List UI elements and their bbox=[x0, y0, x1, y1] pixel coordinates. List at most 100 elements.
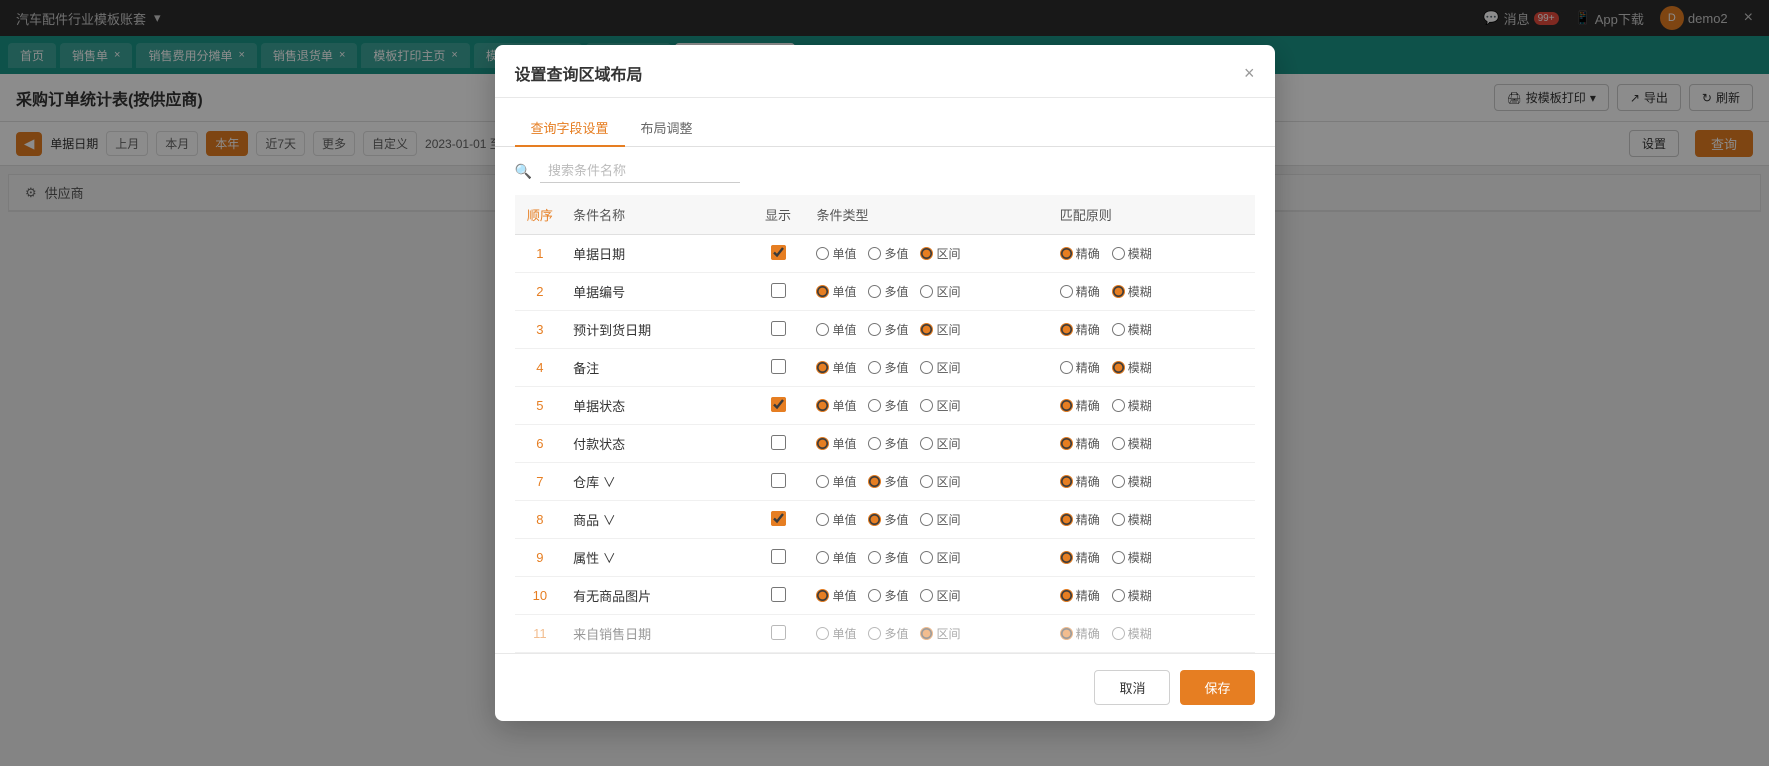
type-type_range-radio-10[interactable] bbox=[920, 627, 933, 640]
type-type_range-label-2[interactable]: 区间 bbox=[920, 321, 960, 338]
match-match_fuzzy-label-2[interactable]: 模糊 bbox=[1112, 321, 1152, 338]
match-match_exact-radio-10[interactable] bbox=[1060, 627, 1073, 640]
type-type_single-label-2[interactable]: 单值 bbox=[816, 321, 856, 338]
row-display-9[interactable] bbox=[748, 577, 809, 615]
match-match_fuzzy-label-3[interactable]: 模糊 bbox=[1112, 359, 1152, 376]
match-match_exact-label-3[interactable]: 精确 bbox=[1060, 359, 1100, 376]
type-type_range-label-4[interactable]: 区间 bbox=[920, 397, 960, 414]
type-type_multi-radio-2[interactable] bbox=[868, 323, 881, 336]
type-type_multi-radio-7[interactable] bbox=[868, 513, 881, 526]
match-match_fuzzy-label-10[interactable]: 模糊 bbox=[1112, 625, 1152, 642]
dialog-close-button[interactable]: × bbox=[1244, 64, 1255, 82]
row-display-7[interactable] bbox=[748, 501, 809, 539]
type-type_range-radio-9[interactable] bbox=[920, 589, 933, 602]
match-match_fuzzy-radio-8[interactable] bbox=[1112, 551, 1125, 564]
match-match_fuzzy-label-6[interactable]: 模糊 bbox=[1112, 473, 1152, 490]
match-match_exact-radio-1[interactable] bbox=[1060, 285, 1073, 298]
type-type_single-radio-3[interactable] bbox=[816, 361, 829, 374]
type-type_range-label-10[interactable]: 区间 bbox=[920, 625, 960, 642]
type-type_range-label-9[interactable]: 区间 bbox=[920, 587, 960, 604]
type-type_multi-label-2[interactable]: 多值 bbox=[868, 321, 908, 338]
type-type_single-label-10[interactable]: 单值 bbox=[816, 625, 856, 642]
match-match_exact-label-5[interactable]: 精确 bbox=[1060, 435, 1100, 452]
type-type_range-radio-0[interactable] bbox=[920, 247, 933, 260]
display-checkbox-7[interactable] bbox=[771, 511, 786, 526]
type-type_single-radio-1[interactable] bbox=[816, 285, 829, 298]
row-display-1[interactable] bbox=[748, 273, 809, 311]
match-match_exact-radio-8[interactable] bbox=[1060, 551, 1073, 564]
type-type_multi-label-0[interactable]: 多值 bbox=[868, 245, 908, 262]
match-match_fuzzy-radio-4[interactable] bbox=[1112, 399, 1125, 412]
type-type_single-label-7[interactable]: 单值 bbox=[816, 511, 856, 528]
type-type_single-label-9[interactable]: 单值 bbox=[816, 587, 856, 604]
type-type_range-radio-2[interactable] bbox=[920, 323, 933, 336]
match-match_exact-label-6[interactable]: 精确 bbox=[1060, 473, 1100, 490]
type-type_range-radio-3[interactable] bbox=[920, 361, 933, 374]
type-type_range-label-1[interactable]: 区间 bbox=[920, 283, 960, 300]
match-match_fuzzy-label-0[interactable]: 模糊 bbox=[1112, 245, 1152, 262]
type-type_multi-label-1[interactable]: 多值 bbox=[868, 283, 908, 300]
type-type_single-radio-7[interactable] bbox=[816, 513, 829, 526]
type-type_multi-label-10[interactable]: 多值 bbox=[868, 625, 908, 642]
match-match_fuzzy-radio-0[interactable] bbox=[1112, 247, 1125, 260]
search-input[interactable] bbox=[540, 159, 740, 183]
display-checkbox-8[interactable] bbox=[771, 549, 786, 564]
type-type_range-label-6[interactable]: 区间 bbox=[920, 473, 960, 490]
type-type_range-radio-5[interactable] bbox=[920, 437, 933, 450]
row-display-2[interactable] bbox=[748, 311, 809, 349]
type-type_single-radio-2[interactable] bbox=[816, 323, 829, 336]
match-match_exact-label-8[interactable]: 精确 bbox=[1060, 549, 1100, 566]
type-type_single-radio-6[interactable] bbox=[816, 475, 829, 488]
type-type_multi-radio-4[interactable] bbox=[868, 399, 881, 412]
match-match_fuzzy-radio-1[interactable] bbox=[1112, 285, 1125, 298]
match-match_exact-radio-7[interactable] bbox=[1060, 513, 1073, 526]
display-checkbox-9[interactable] bbox=[771, 587, 786, 602]
type-type_multi-radio-8[interactable] bbox=[868, 551, 881, 564]
type-type_single-radio-9[interactable] bbox=[816, 589, 829, 602]
type-type_multi-label-4[interactable]: 多值 bbox=[868, 397, 908, 414]
match-match_exact-label-9[interactable]: 精确 bbox=[1060, 587, 1100, 604]
type-type_multi-radio-10[interactable] bbox=[868, 627, 881, 640]
display-checkbox-10[interactable] bbox=[771, 625, 786, 640]
type-type_multi-radio-5[interactable] bbox=[868, 437, 881, 450]
match-match_fuzzy-radio-10[interactable] bbox=[1112, 627, 1125, 640]
type-type_multi-label-9[interactable]: 多值 bbox=[868, 587, 908, 604]
display-checkbox-3[interactable] bbox=[771, 359, 786, 374]
match-match_exact-radio-5[interactable] bbox=[1060, 437, 1073, 450]
type-type_multi-label-3[interactable]: 多值 bbox=[868, 359, 908, 376]
type-type_single-label-4[interactable]: 单值 bbox=[816, 397, 856, 414]
match-match_exact-radio-3[interactable] bbox=[1060, 361, 1073, 374]
match-match_fuzzy-label-7[interactable]: 模糊 bbox=[1112, 511, 1152, 528]
type-type_single-radio-5[interactable] bbox=[816, 437, 829, 450]
type-type_single-label-6[interactable]: 单值 bbox=[816, 473, 856, 490]
type-type_range-radio-1[interactable] bbox=[920, 285, 933, 298]
type-type_multi-radio-6[interactable] bbox=[868, 475, 881, 488]
match-match_fuzzy-radio-9[interactable] bbox=[1112, 589, 1125, 602]
type-type_multi-radio-3[interactable] bbox=[868, 361, 881, 374]
row-display-3[interactable] bbox=[748, 349, 809, 387]
type-type_single-radio-0[interactable] bbox=[816, 247, 829, 260]
type-type_range-label-5[interactable]: 区间 bbox=[920, 435, 960, 452]
type-type_single-radio-10[interactable] bbox=[816, 627, 829, 640]
type-type_multi-radio-1[interactable] bbox=[868, 285, 881, 298]
match-match_exact-radio-6[interactable] bbox=[1060, 475, 1073, 488]
tab-query-fields[interactable]: 查询字段设置 bbox=[515, 110, 625, 147]
row-display-10[interactable] bbox=[748, 615, 809, 653]
match-match_exact-label-0[interactable]: 精确 bbox=[1060, 245, 1100, 262]
match-match_exact-label-1[interactable]: 精确 bbox=[1060, 283, 1100, 300]
display-checkbox-2[interactable] bbox=[771, 321, 786, 336]
type-type_range-label-7[interactable]: 区间 bbox=[920, 511, 960, 528]
display-checkbox-6[interactable] bbox=[771, 473, 786, 488]
match-match_fuzzy-label-8[interactable]: 模糊 bbox=[1112, 549, 1152, 566]
match-match_exact-radio-0[interactable] bbox=[1060, 247, 1073, 260]
match-match_fuzzy-radio-6[interactable] bbox=[1112, 475, 1125, 488]
tab-layout-adjust[interactable]: 布局调整 bbox=[625, 110, 709, 147]
match-match_exact-label-7[interactable]: 精确 bbox=[1060, 511, 1100, 528]
type-type_single-label-1[interactable]: 单值 bbox=[816, 283, 856, 300]
display-checkbox-5[interactable] bbox=[771, 435, 786, 450]
type-type_single-label-5[interactable]: 单值 bbox=[816, 435, 856, 452]
type-type_multi-label-8[interactable]: 多值 bbox=[868, 549, 908, 566]
display-checkbox-0[interactable] bbox=[771, 245, 786, 260]
type-type_range-label-8[interactable]: 区间 bbox=[920, 549, 960, 566]
match-match_fuzzy-radio-7[interactable] bbox=[1112, 513, 1125, 526]
